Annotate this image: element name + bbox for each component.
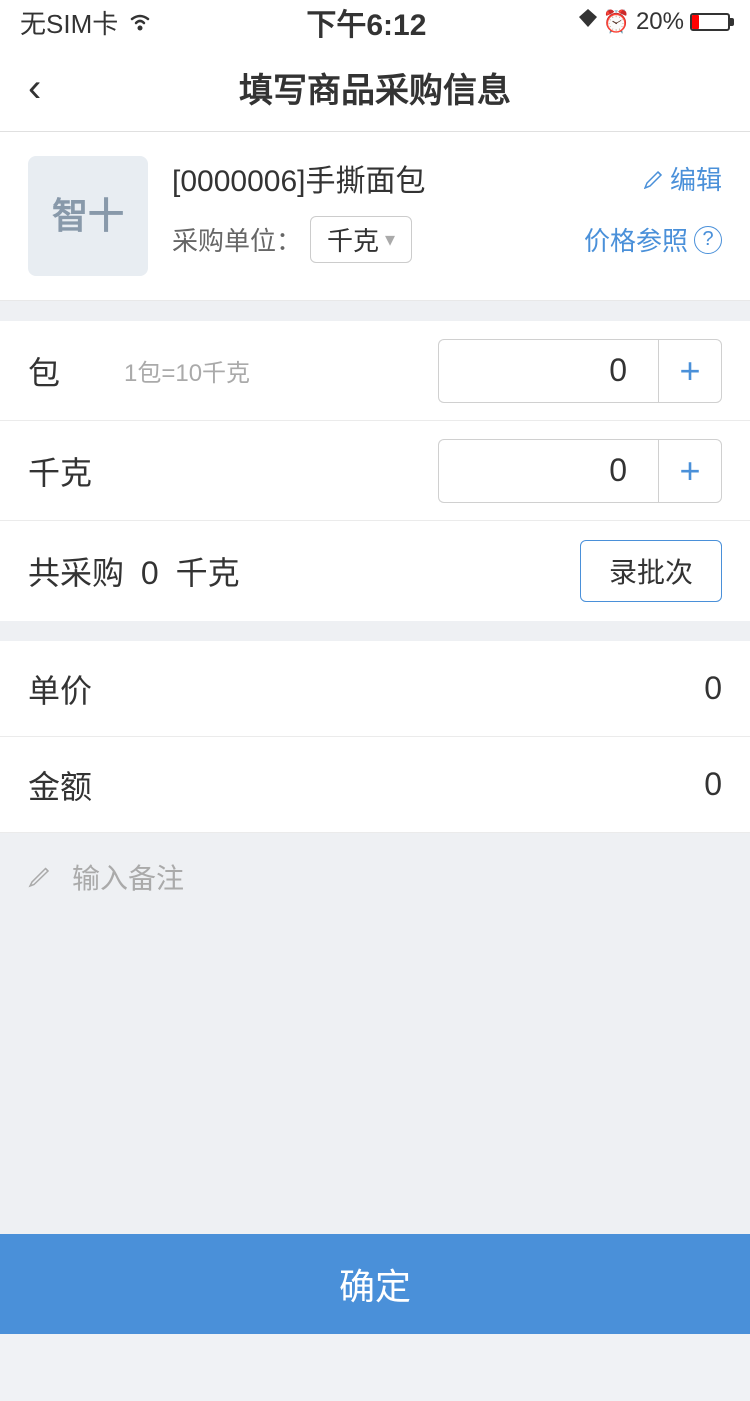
package-label: 包 xyxy=(28,348,108,394)
package-number-area: + xyxy=(438,339,722,403)
input-section: 包 1包=10千克 + 千克 + xyxy=(0,321,750,521)
status-bar: 无SIM卡 下午6:12 ⏰ 20% xyxy=(0,0,750,44)
price-ref-button[interactable]: 价格参照 ? xyxy=(584,221,722,258)
product-logo: 智十 xyxy=(52,194,124,237)
kg-input[interactable] xyxy=(438,439,658,503)
package-input[interactable] xyxy=(438,339,658,403)
status-right: ⏰ 20% xyxy=(579,8,730,36)
section-divider-2 xyxy=(0,621,750,641)
remark-section[interactable]: 输入备注 xyxy=(0,833,750,921)
package-plus-button[interactable]: + xyxy=(658,339,722,403)
section-divider-1 xyxy=(0,301,750,321)
kg-input-row: 千克 + xyxy=(0,421,750,521)
kg-label: 千克 xyxy=(28,448,108,494)
location-icon xyxy=(579,8,597,36)
time-display: 下午6:12 xyxy=(306,0,426,44)
dropdown-icon: ▾ xyxy=(385,227,395,252)
product-top-row: [0000006]手撕面包 编辑 xyxy=(172,156,722,200)
amount-label: 金额 xyxy=(28,762,92,808)
unit-price-value: 0 xyxy=(704,670,722,707)
info-section: 单价 0 金额 0 xyxy=(0,641,750,833)
product-image: 智十 xyxy=(28,156,148,276)
amount-value: 0 xyxy=(704,766,722,803)
nav-bar: ‹ 填写商品采购信息 xyxy=(0,44,750,132)
battery-icon xyxy=(690,13,730,31)
confirm-label: 确定 xyxy=(339,1258,411,1310)
unit-price-label: 单价 xyxy=(28,666,92,712)
back-button[interactable]: ‹ xyxy=(28,68,41,108)
unit-select[interactable]: 千克 ▾ xyxy=(310,216,412,263)
help-icon: ? xyxy=(694,226,722,254)
kg-number-area: + xyxy=(438,439,722,503)
product-info: [0000006]手撕面包 编辑 采购单位： 千克 ▾ xyxy=(172,156,722,263)
summary-amount: 0 xyxy=(141,555,159,591)
package-input-row: 包 1包=10千克 + xyxy=(0,321,750,421)
page-title: 填写商品采购信息 xyxy=(239,63,511,112)
pencil-icon xyxy=(28,860,56,895)
batch-button[interactable]: 录批次 xyxy=(580,540,722,602)
unit-label: 采购单位： 千克 ▾ xyxy=(172,216,412,263)
unit-price-row: 单价 0 xyxy=(0,641,750,737)
product-unit-row: 采购单位： 千克 ▾ 价格参照 ? xyxy=(172,216,722,263)
product-name: [0000006]手撕面包 xyxy=(172,156,425,200)
edit-button[interactable]: 编辑 xyxy=(644,160,722,197)
amount-row: 金额 0 xyxy=(0,737,750,833)
remark-placeholder: 输入备注 xyxy=(72,857,184,897)
alarm-icon: ⏰ xyxy=(603,9,630,35)
kg-plus-button[interactable]: + xyxy=(658,439,722,503)
status-left: 无SIM卡 xyxy=(20,4,154,41)
summary-row: 共采购 0 千克 录批次 xyxy=(0,521,750,621)
network-label: 无SIM卡 xyxy=(20,4,118,41)
confirm-button[interactable]: 确定 xyxy=(0,1234,750,1334)
battery-percent: 20% xyxy=(636,8,684,36)
package-sublabel: 1包=10千克 xyxy=(124,353,422,388)
summary-text: 共采购 0 千克 xyxy=(28,548,240,594)
product-card: 智十 [0000006]手撕面包 编辑 采购单位： 千克 ▾ xyxy=(0,132,750,301)
wifi-icon xyxy=(126,7,154,38)
